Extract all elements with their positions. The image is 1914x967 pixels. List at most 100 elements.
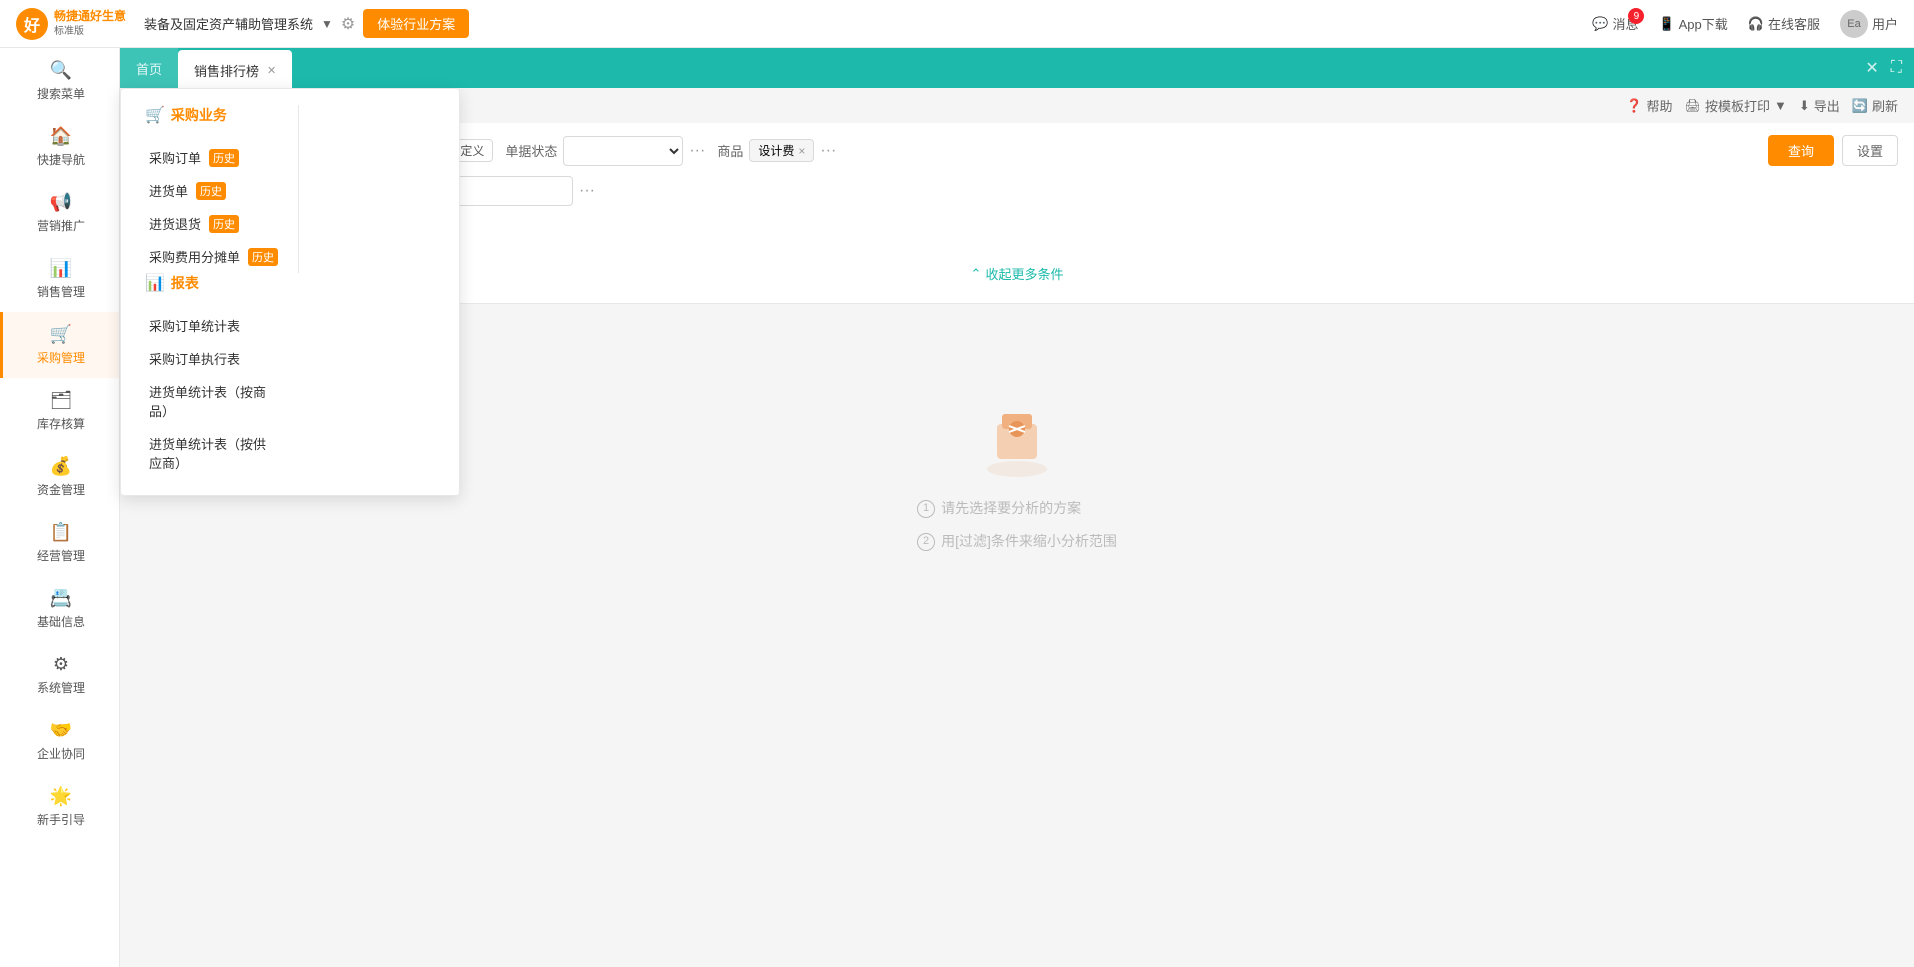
basicinfo-icon: 📇: [50, 588, 72, 609]
industry-solution-button[interactable]: 体验行业方案: [363, 9, 469, 38]
tab-bar: 首页 销售排行榜 ✕ ✕ ⛶: [120, 48, 1914, 88]
system-dropdown-button[interactable]: ▼: [321, 17, 333, 31]
refresh-button[interactable]: 🔄 刷新: [1852, 96, 1898, 115]
sidebar-item-guide[interactable]: 🌟 新手引导: [0, 774, 119, 840]
online-service-item[interactable]: 🎧 在线客服: [1748, 14, 1820, 33]
query-button[interactable]: 查询: [1768, 135, 1834, 166]
inventory-icon: 🗂: [50, 390, 73, 411]
empty-hints: 1 请先选择要分析的方案 2 用[过滤]条件来缩小分析范围: [917, 496, 1117, 554]
salesperson-more-icon[interactable]: ···: [579, 182, 595, 200]
tab-close-all-button[interactable]: ✕: [1861, 54, 1882, 82]
logo-subtitle: 标准版: [54, 25, 126, 38]
dropdown-item-return[interactable]: 进货退货 历史: [145, 207, 282, 240]
notification-item[interactable]: 💬 消息 9: [1592, 14, 1638, 33]
tab-home-label: 首页: [136, 59, 162, 78]
dropdown-item-purchase-order[interactable]: 采购订单 历史: [145, 141, 282, 174]
sidebar-item-marketing[interactable]: 📢 营销推广: [0, 180, 119, 246]
purchase-order-exec-label: 采购订单执行表: [149, 349, 240, 368]
sidebar-item-collab[interactable]: 🤝 企业协同: [0, 708, 119, 774]
dropdown-item-incoming-stats-supplier[interactable]: 进货单统计表（按供应商）: [145, 427, 282, 479]
report-col-icon: 📊: [145, 273, 165, 293]
tab-sales-ranking[interactable]: 销售排行榜 ✕: [178, 50, 292, 90]
purchase-business-col: 🛒 采购业务 采购订单 历史 进货单 历史 进货退货 历史 采购费用分摊单 历史: [137, 105, 290, 273]
report-col-title-text: 报表: [171, 273, 199, 293]
logo-text: 畅捷通好生意 标准版: [54, 9, 126, 38]
app-download-item[interactable]: 📱 App下载: [1658, 14, 1727, 33]
hint-number-2: 2: [917, 533, 935, 551]
sidebar-item-inventory[interactable]: 🗂 库存核算: [0, 378, 119, 444]
goods-more-icon[interactable]: ···: [820, 142, 836, 160]
system-title-area: 装备及固定资产辅助管理系统 ▼ ⚙ 体验行业方案: [144, 9, 1592, 38]
user-label: 用户: [1872, 14, 1898, 33]
tab-home[interactable]: 首页: [120, 48, 178, 88]
notification-badge: 9: [1628, 8, 1644, 24]
service-icon: 🎧: [1748, 16, 1764, 32]
return-label: 进货退货: [149, 214, 201, 233]
refresh-label: 刷新: [1872, 96, 1898, 115]
help-button[interactable]: ❓ 帮助: [1626, 96, 1672, 115]
refresh-icon: 🔄: [1852, 98, 1868, 114]
goods-tag-text: 设计费: [758, 142, 794, 159]
search-icon: 🔍: [50, 60, 72, 81]
sidebar-item-finance[interactable]: 💰 资金管理: [0, 444, 119, 510]
home-icon: 🏠: [50, 126, 72, 147]
doc-status-filter: 单据状态 ···: [505, 136, 705, 166]
collapse-up-icon: ⌃: [971, 266, 982, 282]
finance-icon: 💰: [50, 456, 72, 477]
purchase-dropdown-menu: 🛒 采购业务 采购订单 历史 进货单 历史 进货退货 历史 采购费用分摊单 历史: [120, 88, 460, 496]
expense-history-badge: 历史: [248, 248, 278, 266]
doc-status-more-icon[interactable]: ···: [689, 142, 705, 160]
dropdown-item-purchase-order-exec[interactable]: 采购订单执行表: [145, 342, 282, 375]
export-button[interactable]: ⬇ 导出: [1799, 96, 1840, 115]
tab-fullscreen-button[interactable]: ⛶: [1887, 55, 1906, 81]
sales-icon: 📊: [50, 258, 72, 279]
sidebar-label-finance: 资金管理: [37, 481, 85, 498]
dropdown-divider: [298, 105, 299, 273]
print-button[interactable]: 🖨 按模板打印 ▼: [1684, 96, 1786, 115]
goods-label: 商品: [717, 141, 743, 160]
sidebar-item-basicinfo[interactable]: 📇 基础信息: [0, 576, 119, 642]
avatar: Ea: [1840, 10, 1868, 38]
top-header: 好 畅捷通好生意 标准版 装备及固定资产辅助管理系统 ▼ ⚙ 体验行业方案 💬 …: [0, 0, 1914, 48]
help-label: 帮助: [1646, 96, 1672, 115]
expense-label: 采购费用分摊单: [149, 247, 240, 266]
goods-filter: 商品 设计费 × ···: [717, 139, 836, 162]
sidebar-item-search[interactable]: 🔍 搜索菜单: [0, 48, 119, 114]
sidebar-item-purchase[interactable]: 🛒 采购管理: [0, 312, 119, 378]
operations-icon: 📋: [50, 522, 72, 543]
doc-status-label: 单据状态: [505, 141, 557, 160]
setting-button[interactable]: 设置: [1842, 135, 1898, 166]
sidebar-label-purchase: 采购管理: [37, 349, 85, 366]
dropdown-item-purchase-order-stats[interactable]: 采购订单统计表: [145, 309, 282, 342]
sidebar-item-quicknav[interactable]: 🏠 快捷导航: [0, 114, 119, 180]
settings-gear-button[interactable]: ⚙: [341, 14, 355, 34]
guide-icon: 🌟: [50, 786, 72, 807]
goods-tag-close[interactable]: ×: [798, 144, 805, 158]
incoming-label: 进货单: [149, 181, 188, 200]
collab-icon: 🤝: [50, 720, 72, 741]
sidebar-item-system[interactable]: ⚙ 系统管理: [0, 642, 119, 708]
sidebar-label-quicknav: 快捷导航: [37, 151, 85, 168]
purchase-order-label: 采购订单: [149, 148, 201, 167]
online-service-label: 在线客服: [1768, 14, 1820, 33]
dropdown-item-incoming[interactable]: 进货单 历史: [145, 174, 282, 207]
dropdown-item-incoming-stats-goods[interactable]: 进货单统计表（按商品）: [145, 375, 282, 427]
tab-sales-ranking-label: 销售排行榜: [194, 61, 259, 80]
tab-close-icon[interactable]: ✕: [267, 64, 276, 77]
purchase-col-icon: 🛒: [145, 105, 165, 125]
purchase-icon: 🛒: [50, 324, 72, 345]
dropdown-columns: 🛒 采购业务 采购订单 历史 进货单 历史 进货退货 历史 采购费用分摊单 历史: [137, 105, 443, 479]
sidebar-label-operations: 经营管理: [37, 547, 85, 564]
dropdown-item-expense[interactable]: 采购费用分摊单 历史: [145, 240, 282, 273]
sidebar-item-sales[interactable]: 📊 销售管理: [0, 246, 119, 312]
print-dropdown-icon: ▼: [1774, 98, 1787, 113]
collapse-button[interactable]: ⌃ 收起更多条件: [963, 256, 1072, 291]
sidebar-item-operations[interactable]: 📋 经营管理: [0, 510, 119, 576]
hint-number-1: 1: [917, 500, 935, 518]
doc-status-select[interactable]: [563, 136, 683, 166]
sidebar-label-sales: 销售管理: [37, 283, 85, 300]
user-item[interactable]: Ea 用户: [1840, 10, 1898, 38]
print-label: 按模板打印: [1705, 96, 1770, 115]
collapse-label: 收起更多条件: [985, 264, 1063, 283]
purchase-col-title: 🛒 采购业务: [145, 105, 282, 131]
